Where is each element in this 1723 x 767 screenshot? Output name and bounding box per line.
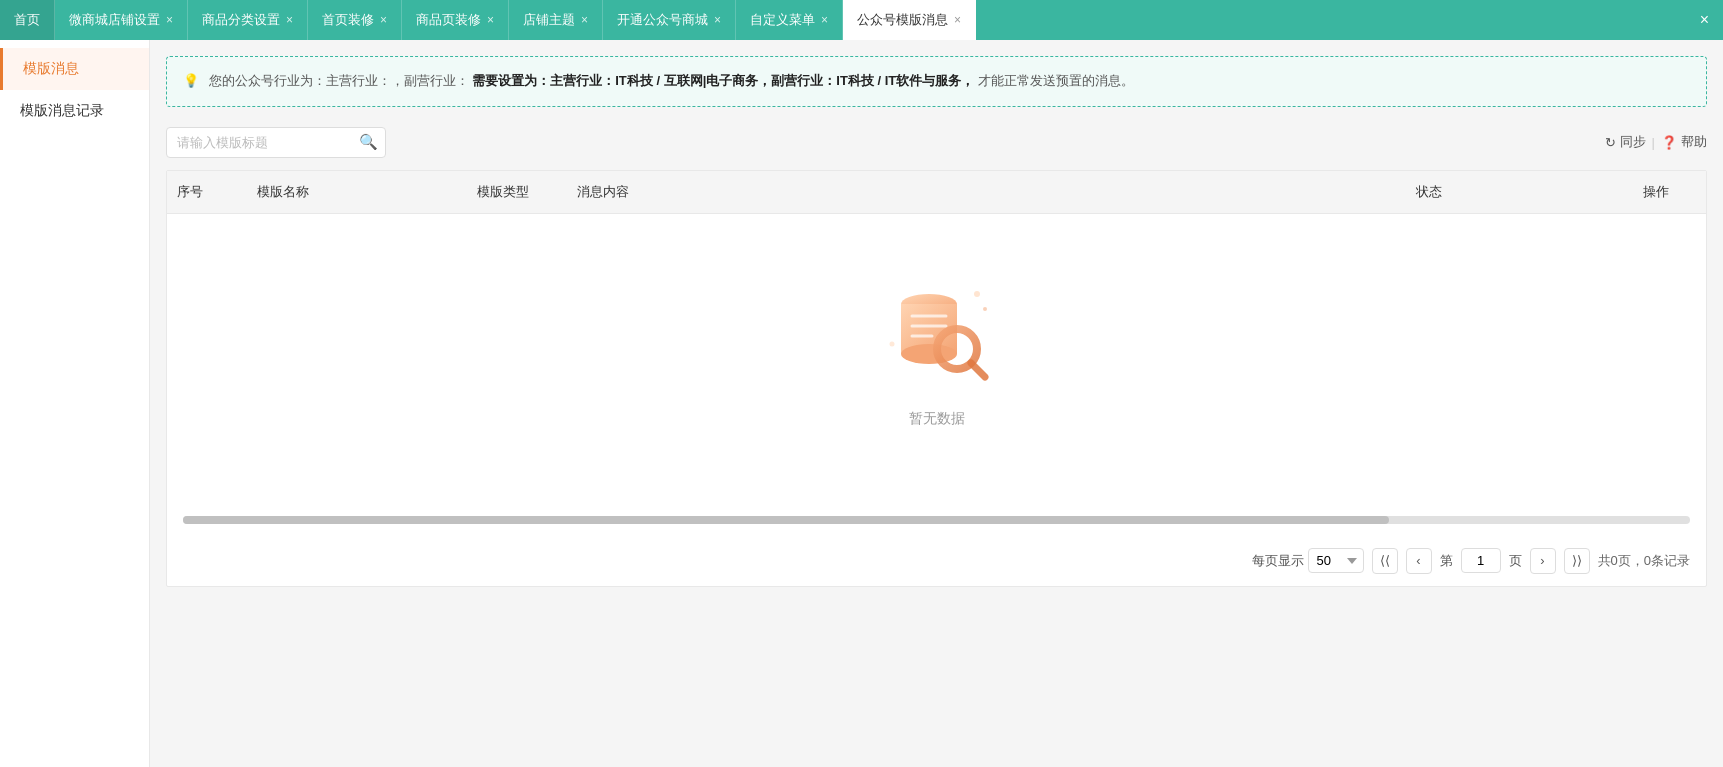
empty-state: 暂无数据 bbox=[167, 214, 1706, 508]
sync-icon: ↻ bbox=[1605, 135, 1616, 150]
notice-highlight: 需要设置为：主营行业：IT科技 / 互联网|电子商务，副营行业：IT科技 / I… bbox=[472, 73, 974, 88]
sidebar: 模版消息 模版消息记录 bbox=[0, 40, 150, 767]
tab-shop-theme-label: 店铺主题 bbox=[523, 11, 575, 29]
svg-point-9 bbox=[983, 307, 987, 311]
empty-state-text: 暂无数据 bbox=[909, 410, 965, 428]
search-input[interactable] bbox=[166, 127, 386, 158]
tab-product-decor-label: 商品页装修 bbox=[416, 11, 481, 29]
help-icon: ❓ bbox=[1661, 135, 1677, 150]
tab-bar: 首页 微商城店铺设置 × 商品分类设置 × 首页装修 × 商品页装修 × 店铺主… bbox=[0, 0, 1723, 40]
th-status: 状态 bbox=[1406, 171, 1606, 213]
tab-open-wechat-shop-close[interactable]: × bbox=[714, 13, 721, 27]
tab-homepage-decor-label: 首页装修 bbox=[322, 11, 374, 29]
sidebar-item-template-message-log-label: 模版消息记录 bbox=[20, 102, 104, 118]
main-content: 💡 您的公众号行业为：主营行业：，副营行业： 需要设置为：主营行业：IT科技 /… bbox=[150, 40, 1723, 767]
th-content: 消息内容 bbox=[567, 171, 1406, 213]
tab-shop-settings[interactable]: 微商城店铺设置 × bbox=[55, 0, 188, 40]
per-page-wrap: 每页显示 50 10 20 100 bbox=[1252, 548, 1364, 573]
tab-shop-settings-close[interactable]: × bbox=[166, 13, 173, 27]
tab-shop-theme[interactable]: 店铺主题 × bbox=[509, 0, 603, 40]
page-prev-button[interactable]: ‹ bbox=[1406, 548, 1432, 574]
tab-category-settings-close[interactable]: × bbox=[286, 13, 293, 27]
tab-category-settings[interactable]: 商品分类设置 × bbox=[188, 0, 308, 40]
sync-button[interactable]: ↻ 同步 bbox=[1605, 133, 1646, 151]
notice-suffix: 才能正常发送预置的消息。 bbox=[978, 73, 1134, 88]
layout: 模版消息 模版消息记录 💡 您的公众号行业为：主营行业：，副营行业： 需要设置为… bbox=[0, 40, 1723, 767]
table-container: 序号 模版名称 模版类型 消息内容 状态 操作 bbox=[166, 170, 1707, 587]
page-total-info: 共0页，0条记录 bbox=[1598, 552, 1690, 570]
search-bar: 🔍 ↻ 同步 | ❓ 帮助 bbox=[166, 127, 1707, 158]
notice-box: 💡 您的公众号行业为：主营行业：，副营行业： 需要设置为：主营行业：IT科技 /… bbox=[166, 56, 1707, 107]
horizontal-scrollbar[interactable] bbox=[167, 516, 1706, 536]
svg-point-2 bbox=[901, 344, 957, 364]
page-suffix: 页 bbox=[1509, 552, 1522, 570]
tab-homepage-decor[interactable]: 首页装修 × bbox=[308, 0, 402, 40]
page-first-button[interactable]: ⟨⟨ bbox=[1372, 548, 1398, 574]
svg-line-7 bbox=[971, 363, 985, 377]
page-last-button[interactable]: ⟩⟩ bbox=[1564, 548, 1590, 574]
tab-home[interactable]: 首页 bbox=[0, 0, 55, 40]
page-prefix: 第 bbox=[1440, 552, 1453, 570]
page-number-input[interactable] bbox=[1461, 548, 1501, 573]
tab-homepage-decor-close[interactable]: × bbox=[380, 13, 387, 27]
tab-shop-settings-label: 微商城店铺设置 bbox=[69, 11, 160, 29]
pagination: 每页显示 50 10 20 100 ⟨⟨ ‹ 第 页 › ⟩⟩ 共0页，0条记录 bbox=[167, 536, 1706, 586]
sidebar-item-template-message[interactable]: 模版消息 bbox=[0, 48, 149, 90]
notice-prefix: 您的公众号行业为：主营行业：，副营行业： bbox=[209, 73, 469, 88]
svg-point-10 bbox=[889, 341, 894, 346]
th-action: 操作 bbox=[1606, 171, 1706, 213]
per-page-select[interactable]: 50 10 20 100 bbox=[1308, 548, 1364, 573]
tab-open-wechat-shop[interactable]: 开通公众号商城 × bbox=[603, 0, 736, 40]
tab-open-wechat-shop-label: 开通公众号商城 bbox=[617, 11, 708, 29]
tab-custom-menu[interactable]: 自定义菜单 × bbox=[736, 0, 843, 40]
sidebar-item-template-message-log[interactable]: 模版消息记录 bbox=[0, 90, 149, 132]
sync-label: 同步 bbox=[1620, 133, 1646, 151]
toolbar-divider: | bbox=[1652, 135, 1655, 150]
tab-product-decor-close[interactable]: × bbox=[487, 13, 494, 27]
search-icon[interactable]: 🔍 bbox=[359, 133, 378, 151]
table-header: 序号 模版名称 模版类型 消息内容 状态 操作 bbox=[167, 171, 1706, 214]
help-button[interactable]: ❓ 帮助 bbox=[1661, 133, 1707, 151]
sidebar-item-template-message-label: 模版消息 bbox=[23, 60, 79, 76]
tab-product-decor[interactable]: 商品页装修 × bbox=[402, 0, 509, 40]
tab-custom-menu-close[interactable]: × bbox=[821, 13, 828, 27]
tab-template-message-close[interactable]: × bbox=[954, 13, 961, 27]
help-label: 帮助 bbox=[1681, 133, 1707, 151]
tab-home-label: 首页 bbox=[14, 11, 40, 29]
th-type: 模版类型 bbox=[467, 171, 567, 213]
per-page-label: 每页显示 bbox=[1252, 552, 1304, 570]
th-name: 模版名称 bbox=[247, 171, 467, 213]
page-next-button[interactable]: › bbox=[1530, 548, 1556, 574]
notice-icon: 💡 bbox=[183, 73, 199, 88]
tab-template-message[interactable]: 公众号模版消息 × bbox=[843, 0, 976, 40]
tab-category-settings-label: 商品分类设置 bbox=[202, 11, 280, 29]
tab-bar-close-all[interactable]: × bbox=[1686, 0, 1723, 40]
th-seq: 序号 bbox=[167, 171, 247, 213]
tab-shop-theme-close[interactable]: × bbox=[581, 13, 588, 27]
toolbar-right: ↻ 同步 | ❓ 帮助 bbox=[1605, 133, 1707, 151]
empty-state-icon bbox=[877, 274, 997, 394]
tab-custom-menu-label: 自定义菜单 bbox=[750, 11, 815, 29]
tab-template-message-label: 公众号模版消息 bbox=[857, 11, 948, 29]
search-input-wrap: 🔍 bbox=[166, 127, 386, 158]
svg-point-8 bbox=[974, 291, 980, 297]
